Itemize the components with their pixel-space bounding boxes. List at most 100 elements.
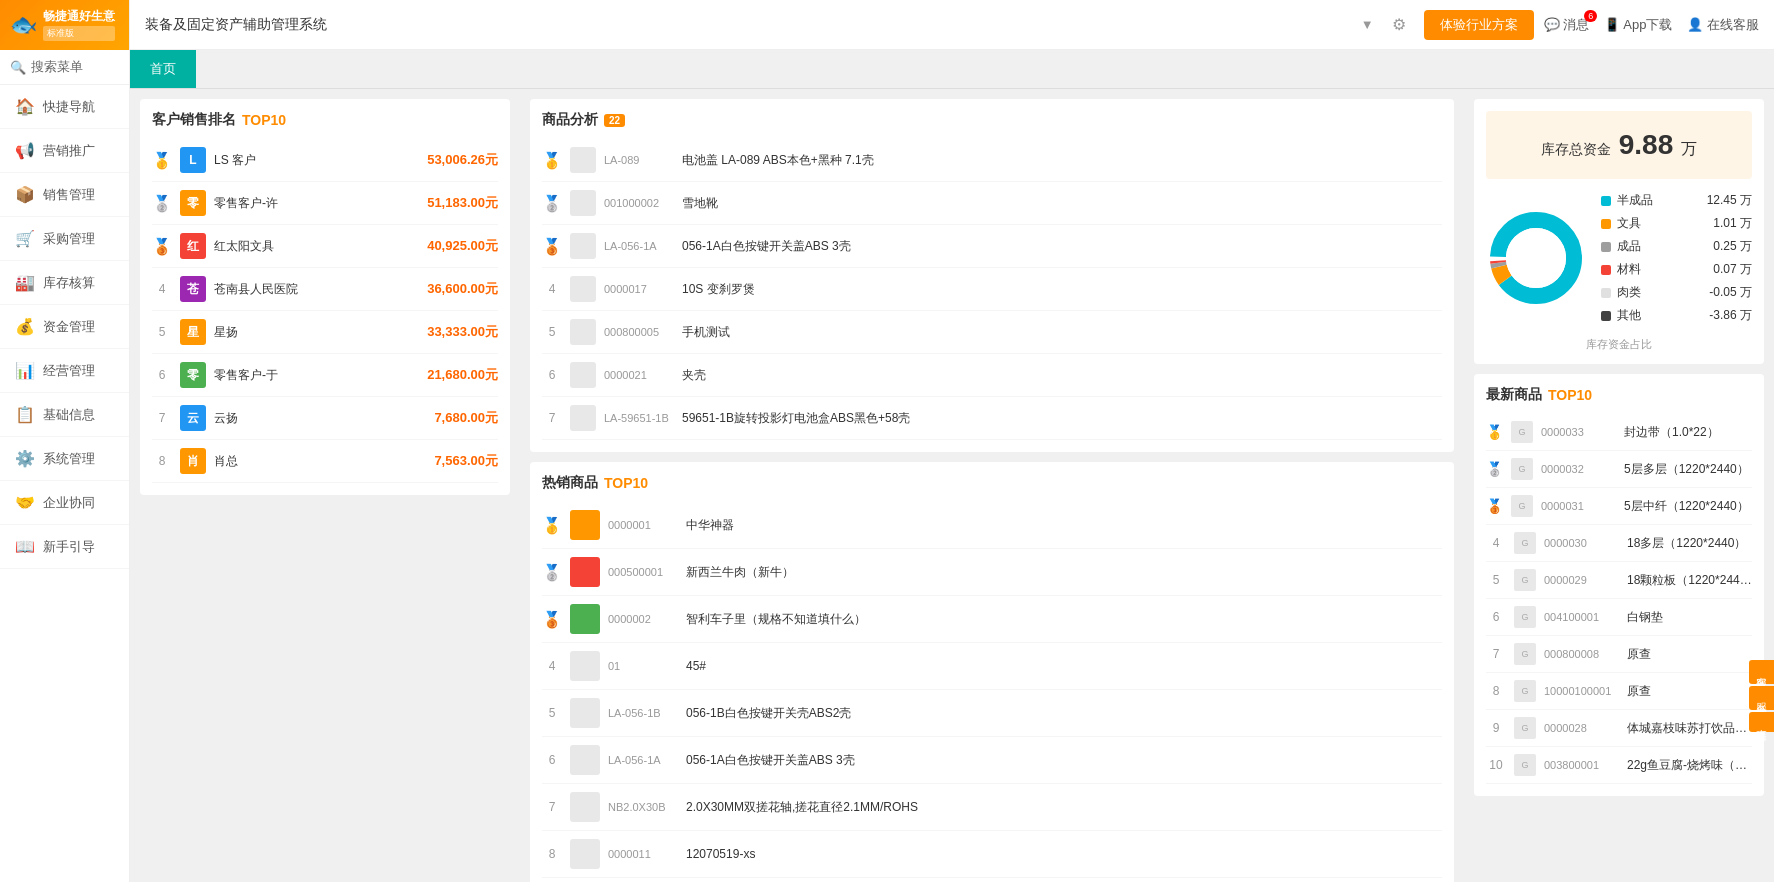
sidebar-item-库存核算[interactable]: 🏭库存核算 (0, 261, 129, 305)
product-analysis-item: 6 0000021 夹壳 (542, 354, 1442, 397)
product-name: 59651-1B旋转投影灯电池盒ABS黑色+58壳 (682, 410, 1442, 427)
product-code: 000800005 (604, 326, 674, 338)
sidebar-item-新手引导[interactable]: 📖新手引导 (0, 525, 129, 569)
app-download-label: App下载 (1623, 17, 1672, 32)
hot-product-item: 🥉 0000002 智利车子里（规格不知道填什么） (542, 596, 1442, 643)
legend-value: 0.25 万 (1713, 238, 1752, 255)
header-system-name: 装备及固定资产辅助管理系统 (145, 16, 1351, 34)
rank-name: 零售客户-于 (214, 367, 419, 384)
sidebar-item-系统管理[interactable]: ⚙️系统管理 (0, 437, 129, 481)
sidebar-item-销售管理[interactable]: 📦销售管理 (0, 173, 129, 217)
header: 装备及固定资产辅助管理系统 ▼ ⚙ 体验行业方案 💬 消息 6 📱 App下载 … (130, 0, 1774, 50)
header-gear-icon[interactable]: ⚙ (1392, 15, 1406, 34)
rank-value: 36,600.00元 (427, 280, 498, 298)
sidebar-item-经营管理[interactable]: 📊经营管理 (0, 349, 129, 393)
app-download[interactable]: 📱 App下载 (1604, 16, 1672, 34)
legend-dot (1601, 242, 1611, 252)
nav-icon: 📊 (15, 361, 35, 380)
product-code: LA-056-1B (608, 707, 678, 719)
float-live-btn[interactable]: 直播 (1749, 712, 1774, 732)
rank-item: 8 肖 肖总 7,563.00元 (152, 440, 498, 483)
np-code: 10000100001 (1544, 685, 1619, 697)
np-name: 原查 (1627, 683, 1752, 700)
hot-products-card: 热销商品 TOP10 🥇 0000001 中华神器 🥈 000500001 新西… (530, 462, 1454, 882)
rank-value: 21,680.00元 (427, 366, 498, 384)
sidebar-logo: 🐟 畅捷通好生意 标准版 (0, 0, 129, 50)
new-products-top10: TOP10 (1548, 387, 1592, 403)
legend-dot (1601, 311, 1611, 321)
np-img: G (1511, 495, 1533, 517)
rank-medal: 🥈 (1486, 461, 1503, 477)
product-name: 10S 变刹罗煲 (682, 281, 1442, 298)
content-middle: 商品分析 22 🥇 LA-089 电池盖 LA-089 ABS本色+黑种 7.1… (520, 89, 1464, 882)
legend-dot (1601, 288, 1611, 298)
product-code: 0000002 (608, 613, 678, 625)
sidebar-item-企业协同[interactable]: 🤝企业协同 (0, 481, 129, 525)
sidebar-search[interactable]: 🔍 搜索菜单 (0, 50, 129, 85)
product-analysis-title: 商品分析 22 (542, 111, 1442, 129)
product-analysis-item: 4 0000017 10S 变刹罗煲 (542, 268, 1442, 311)
tab-home[interactable]: 首页 (130, 50, 196, 88)
float-community-btn[interactable]: 服务社区 (1749, 686, 1774, 710)
nav-label: 企业协同 (43, 494, 95, 512)
sidebar-item-营销推广[interactable]: 📢 营销推广 (0, 129, 129, 173)
donut-chart: 半成品 12.45 万 文具 1.01 万 成品 0.25 万 材料 0.07 … (1486, 179, 1752, 337)
product-rank-list: 🥇 LA-089 电池盖 LA-089 ABS本色+黑种 7.1壳 🥈 0010… (542, 139, 1442, 440)
legend-item: 文具 1.01 万 (1601, 212, 1752, 235)
np-name: 22g鱼豆腐-烧烤味（1*12*20） (1627, 757, 1752, 774)
sidebar-item-快捷导航[interactable]: 🏠快捷导航 (0, 85, 129, 129)
product-thumb (570, 276, 596, 302)
nav-label: 采购管理 (43, 230, 95, 248)
legend-name: 成品 (1617, 238, 1707, 255)
messages-badge[interactable]: 💬 消息 6 (1544, 16, 1590, 34)
rank-item: 🥇 L LS 客户 53,006.26元 (152, 139, 498, 182)
float-hotline-btn[interactable]: 客服热线 (1749, 660, 1774, 684)
product-analysis-badge: 22 (604, 114, 625, 127)
product-name: 智利车子里（规格不知道填什么） (686, 611, 1442, 628)
product-thumb (570, 319, 596, 345)
np-name: 18多层（1220*2440） (1627, 535, 1752, 552)
legend-item: 其他 -3.86 万 (1601, 304, 1752, 327)
product-name: 雪地靴 (682, 195, 1442, 212)
nav-icon: 📦 (15, 185, 35, 204)
trial-button[interactable]: 体验行业方案 (1424, 10, 1534, 40)
product-analysis-item: 🥈 001000002 雪地靴 (542, 182, 1442, 225)
product-analysis-card: 商品分析 22 🥇 LA-089 电池盖 LA-089 ABS本色+黑种 7.1… (530, 99, 1454, 452)
new-product-item: 9 G 0000028 体城嘉枝味苏打饮品400毫升（1*15） (1486, 710, 1752, 747)
product-name: 电池盖 LA-089 ABS本色+黑种 7.1壳 (682, 152, 1442, 169)
content-left: 客户销售排名 TOP10 🥇 L LS 客户 53,006.26元 🥈 零 零售… (130, 89, 520, 882)
legend-value: -3.86 万 (1709, 307, 1752, 324)
rank-avatar: 云 (180, 405, 206, 431)
product-img (570, 792, 600, 822)
inventory-title: 库存总资金 (1541, 141, 1611, 157)
hot-products-top10: TOP10 (604, 475, 648, 491)
legend-value: 0.07 万 (1713, 261, 1752, 278)
customer-ranking-title: 客户销售排名 TOP10 (152, 111, 498, 129)
online-service-label: 在线客服 (1707, 17, 1759, 32)
nav-label: 营销推广 (43, 142, 95, 160)
legend-name: 其他 (1617, 307, 1703, 324)
rank-num: 6 (152, 368, 172, 382)
rank-medal: 🥈 (152, 194, 172, 213)
hot-product-item: 6 LA-056-1A 056-1A白色按键开关盖ABS 3壳 (542, 737, 1442, 784)
rank-avatar: 肖 (180, 448, 206, 474)
rank-avatar: 星 (180, 319, 206, 345)
np-code: 000800008 (1544, 648, 1619, 660)
nav-icon: 📢 (15, 141, 35, 160)
np-name: 原查 (1627, 646, 1752, 663)
product-code: 0000021 (604, 369, 674, 381)
online-service[interactable]: 👤 在线客服 (1687, 16, 1759, 34)
content-area: 客户销售排名 TOP10 🥇 L LS 客户 53,006.26元 🥈 零 零售… (130, 89, 1774, 882)
sidebar-item-基础信息[interactable]: 📋基础信息 (0, 393, 129, 437)
product-code: 0000011 (608, 848, 678, 860)
rank-num: 7 (542, 411, 562, 425)
product-name: 056-1A白色按键开关盖ABS 3壳 (682, 238, 1442, 255)
sidebar-item-采购管理[interactable]: 🛒采购管理 (0, 217, 129, 261)
np-img: G (1514, 569, 1536, 591)
rank-avatar: L (180, 147, 206, 173)
nav-label: 资金管理 (43, 318, 95, 336)
product-code: LA-056-1A (604, 240, 674, 252)
np-name: 白钢垫 (1627, 609, 1752, 626)
sidebar-item-资金管理[interactable]: 💰资金管理 (0, 305, 129, 349)
sidebar-logo-name: 畅捷通好生意 (43, 9, 115, 25)
